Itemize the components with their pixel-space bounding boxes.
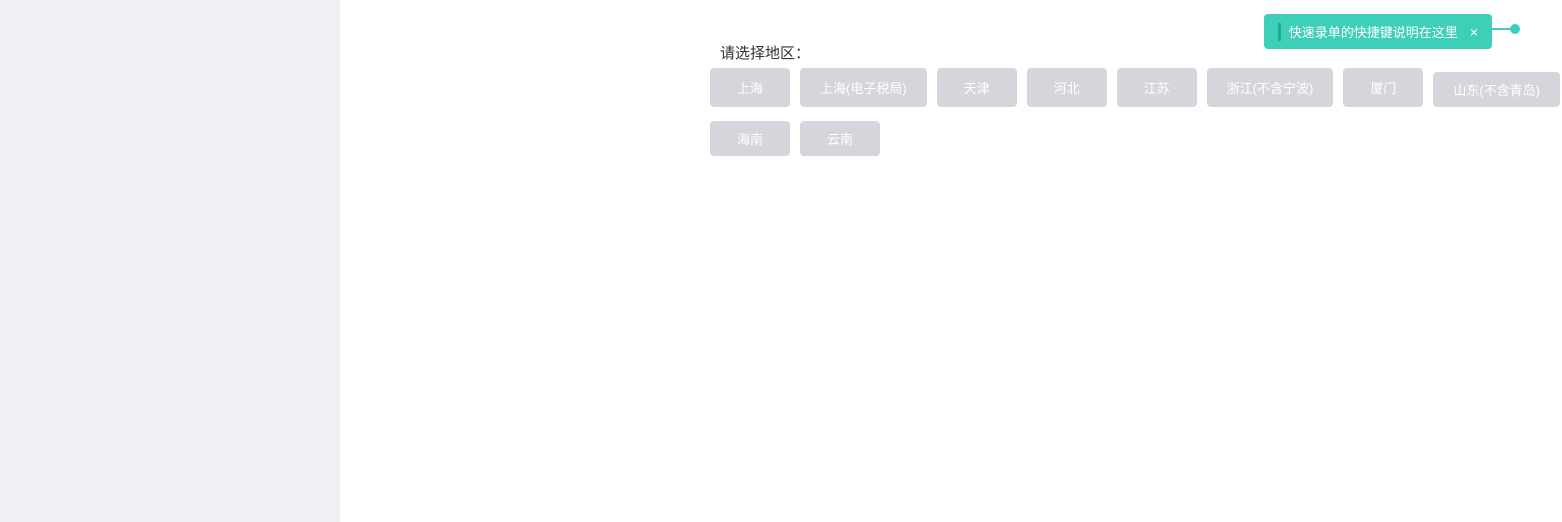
region-button-zhejiang[interactable]: 浙江(不含宁波) [1207,68,1334,107]
region-buttons-container: 上海 上海(电子税局) 天津 河北 江苏 浙江(不含宁波) 厦门 山东(不含青岛… [710,68,1562,156]
tooltip-text: 快速录单的快捷键说明在这里 [1289,22,1458,41]
main-content: 快速录单的快捷键说明在这里 × 请选择地区： 上海 上海(电子税局) 天津 河北… [340,0,1562,522]
region-button-yunnan[interactable]: 云南 [800,121,880,156]
region-button-hainan[interactable]: 海南 [710,121,790,156]
region-button-xiamen[interactable]: 厦门 [1343,68,1423,107]
region-select-label: 请选择地区： [720,42,810,63]
tooltip-banner: 快速录单的快捷键说明在这里 × [1264,14,1492,49]
region-button-tianjin[interactable]: 天津 [937,68,1017,107]
sidebar [0,0,340,522]
region-button-shanghai[interactable]: 上海 [710,68,790,107]
region-button-shanghai-etax[interactable]: 上海(电子税局) [800,68,927,107]
region-button-jiangsu[interactable]: 江苏 [1117,68,1197,107]
region-button-hebei[interactable]: 河北 [1027,68,1107,107]
tooltip-connector-dot [1510,24,1520,34]
tooltip-close-button[interactable]: × [1470,25,1478,39]
region-button-shandong[interactable]: 山东(不含青岛) [1433,72,1560,107]
